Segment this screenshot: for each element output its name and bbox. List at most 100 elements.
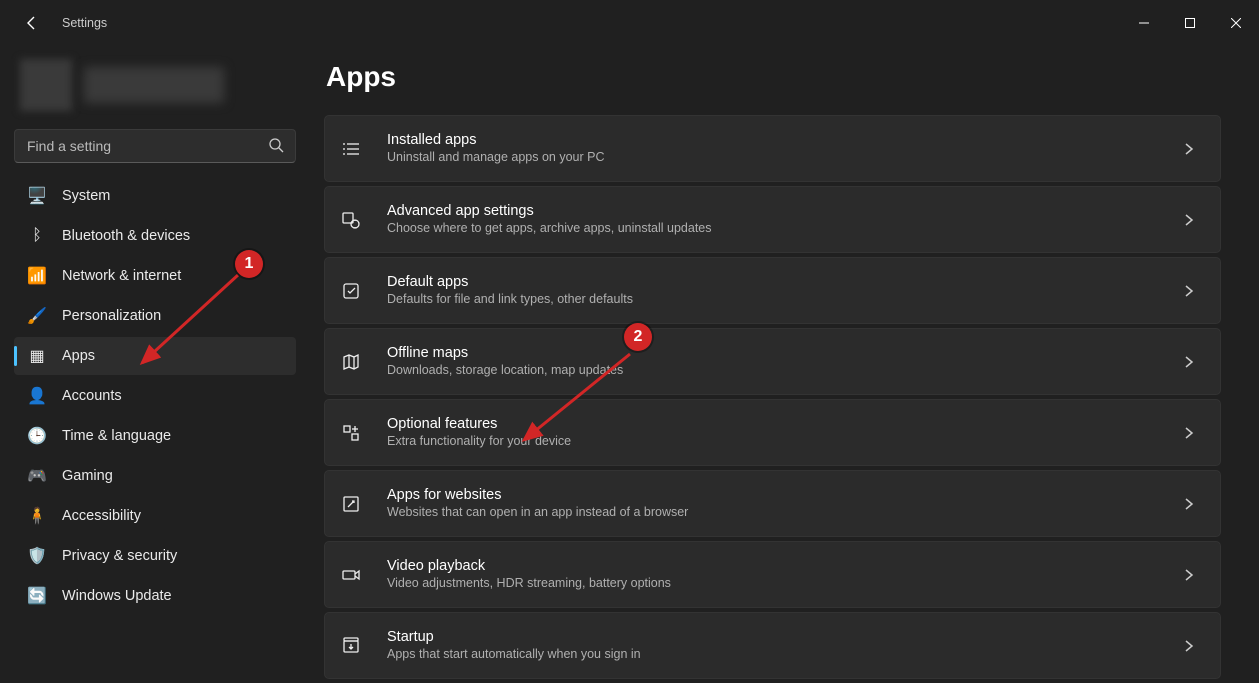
card-title: Advanced app settings — [387, 202, 1182, 221]
nav-item-system[interactable]: 🖥️ System — [14, 177, 296, 215]
personalization-icon: 🖌️ — [24, 306, 50, 326]
close-icon — [1231, 18, 1241, 28]
minimize-button[interactable] — [1121, 6, 1167, 40]
chevron-right-icon — [1182, 639, 1196, 653]
nav-item-label: Personalization — [62, 308, 161, 324]
card-text: Installed appsUninstall and manage apps … — [387, 131, 1182, 167]
card-text: StartupApps that start automatically whe… — [387, 628, 1182, 664]
optional-features-icon — [341, 423, 375, 443]
card-text: Offline mapsDownloads, storage location,… — [387, 344, 1182, 380]
sidebar: 🖥️ System ᛒ Bluetooth & devices 📶 Network & i… — [0, 45, 310, 683]
settings-card-offline-maps[interactable]: Offline mapsDownloads, storage location,… — [324, 328, 1221, 395]
maximize-icon — [1185, 18, 1195, 28]
chevron-right-icon — [1182, 497, 1196, 511]
card-title: Video playback — [387, 557, 1182, 576]
accounts-icon: 👤 — [24, 386, 50, 406]
card-description: Choose where to get apps, archive apps, … — [387, 220, 1182, 237]
time-language-icon: 🕒 — [24, 426, 50, 446]
card-description: Websites that can open in an app instead… — [387, 504, 1182, 521]
advanced-app-settings-icon — [341, 210, 375, 230]
search-container — [14, 129, 296, 163]
back-button[interactable] — [16, 7, 48, 39]
page-title: Apps — [324, 61, 1221, 93]
settings-card-installed-apps[interactable]: Installed appsUninstall and manage apps … — [324, 115, 1221, 182]
network-icon: 📶 — [24, 266, 50, 286]
card-text: Default appsDefaults for file and link t… — [387, 273, 1182, 309]
chevron-right-icon — [1182, 142, 1196, 156]
startup-icon — [341, 636, 375, 656]
card-title: Optional features — [387, 415, 1182, 434]
card-description: Apps that start automatically when you s… — [387, 646, 1182, 663]
card-description: Extra functionality for your device — [387, 433, 1182, 450]
settings-card-video-playback[interactable]: Video playbackVideo adjustments, HDR str… — [324, 541, 1221, 608]
close-button[interactable] — [1213, 6, 1259, 40]
apps-icon: ▦ — [24, 346, 50, 366]
chevron-right-icon — [1182, 426, 1196, 440]
maximize-button[interactable] — [1167, 6, 1213, 40]
installed-apps-icon — [341, 139, 375, 159]
search-input[interactable] — [14, 129, 296, 163]
chevron-right-icon — [1182, 284, 1196, 298]
nav-item-label: Accessibility — [62, 508, 141, 524]
card-title: Startup — [387, 628, 1182, 647]
offline-maps-icon — [341, 352, 375, 372]
settings-card-list: Installed appsUninstall and manage apps … — [324, 115, 1221, 679]
system-icon: 🖥️ — [24, 186, 50, 206]
card-text: Apps for websitesWebsites that can open … — [387, 486, 1182, 522]
nav-item-label: Bluetooth & devices — [62, 228, 190, 244]
card-text: Advanced app settingsChoose where to get… — [387, 202, 1182, 238]
nav-item-apps[interactable]: ▦ Apps — [14, 337, 296, 375]
nav-item-label: Apps — [62, 348, 95, 364]
back-arrow-icon — [24, 15, 40, 31]
user-profile[interactable] — [14, 53, 296, 117]
nav-item-gaming[interactable]: 🎮Gaming — [14, 457, 296, 495]
settings-card-default-apps[interactable]: Default appsDefaults for file and link t… — [324, 257, 1221, 324]
nav-item-bluetooth-devices[interactable]: ᛒ Bluetooth & devices — [14, 217, 296, 255]
card-description: Downloads, storage location, map updates — [387, 362, 1182, 379]
bluetooth-icon: ᛒ — [24, 227, 50, 245]
nav-item-time-language[interactable]: 🕒 Time & language — [14, 417, 296, 455]
card-description: Defaults for file and link types, other … — [387, 291, 1182, 308]
nav-item-label: Accounts — [62, 388, 122, 404]
card-description: Video adjustments, HDR streaming, batter… — [387, 575, 1182, 592]
default-apps-icon — [341, 281, 375, 301]
settings-card-optional-features[interactable]: Optional featuresExtra functionality for… — [324, 399, 1221, 466]
privacy-icon: 🛡️ — [24, 546, 50, 566]
card-text: Optional featuresExtra functionality for… — [387, 415, 1182, 451]
user-name — [84, 67, 224, 103]
avatar — [20, 59, 72, 111]
settings-card-advanced-app-settings[interactable]: Advanced app settingsChoose where to get… — [324, 186, 1221, 253]
window-controls — [1121, 6, 1259, 40]
video-playback-icon — [341, 565, 375, 585]
nav-item-accounts[interactable]: 👤 Accounts — [14, 377, 296, 415]
window-title: Settings — [62, 16, 107, 30]
nav-item-label: System — [62, 188, 110, 204]
card-title: Offline maps — [387, 344, 1182, 363]
nav-list: 🖥️ System ᛒ Bluetooth & devices 📶 Network & i… — [14, 177, 296, 615]
card-text: Video playbackVideo adjustments, HDR str… — [387, 557, 1182, 593]
annotation-marker-1: 1 — [235, 250, 263, 278]
chevron-right-icon — [1182, 213, 1196, 227]
main-content: Apps Installed appsUninstall and manage … — [310, 45, 1259, 683]
chevron-right-icon — [1182, 355, 1196, 369]
nav-item-privacy-security[interactable]: 🛡️ Privacy & security — [14, 537, 296, 575]
search-icon — [268, 137, 284, 153]
nav-item-windows-update[interactable]: 🔄Windows Update — [14, 577, 296, 615]
card-title: Apps for websites — [387, 486, 1182, 505]
settings-card-startup[interactable]: StartupApps that start automatically whe… — [324, 612, 1221, 679]
card-title: Installed apps — [387, 131, 1182, 150]
apps-for-websites-icon — [341, 494, 375, 514]
gaming-icon: 🎮 — [24, 466, 50, 486]
accessibility-icon: 🧍 — [24, 506, 50, 526]
nav-item-label: Privacy & security — [62, 548, 177, 564]
nav-item-accessibility[interactable]: 🧍 Accessibility — [14, 497, 296, 535]
titlebar: Settings — [0, 0, 1259, 45]
nav-item-personalization[interactable]: 🖌️ Personalization — [14, 297, 296, 335]
nav-item-label: Windows Update — [62, 588, 172, 604]
nav-item-label: Network & internet — [62, 268, 181, 284]
nav-item-label: Time & language — [62, 428, 171, 444]
card-title: Default apps — [387, 273, 1182, 292]
settings-card-apps-for-websites[interactable]: Apps for websitesWebsites that can open … — [324, 470, 1221, 537]
minimize-icon — [1139, 18, 1149, 28]
annotation-marker-2: 2 — [624, 323, 652, 351]
